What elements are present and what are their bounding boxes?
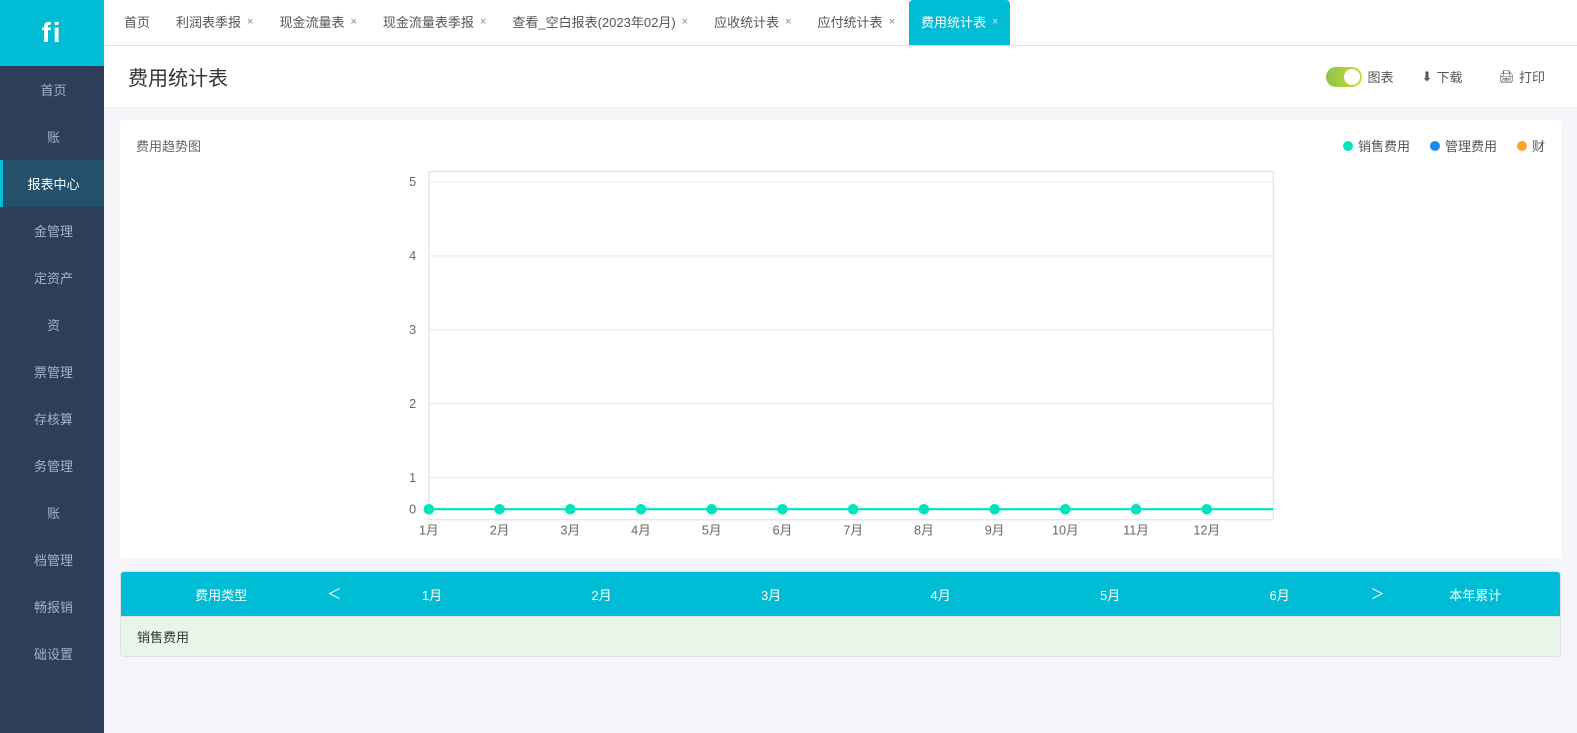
th-m4: 4月 [856,585,1026,604]
svg-text:3: 3 [409,323,416,337]
svg-text:2: 2 [409,397,416,411]
chart-title: 费用趋势图 [136,136,201,155]
legend-sales: 销售费用 [1343,136,1410,155]
sidebar-item-fixed-assets[interactable]: 定资产 [0,254,104,301]
tab-expense[interactable]: 费用统计表 × [909,0,1010,45]
svg-text:4月: 4月 [631,524,651,538]
sidebar-item-inventory[interactable]: 存核算 [0,395,104,442]
legend-sales-dot [1343,141,1353,151]
th-ytd: 本年累计 [1390,585,1560,604]
tab-receivable[interactable]: 应收统计表 × [702,0,803,45]
legend-finance-dot [1517,141,1527,151]
legend-sales-label: 销售费用 [1358,136,1410,155]
tab-cashflow-quarter[interactable]: 现金流量表季报 × [371,0,498,45]
svg-text:5: 5 [409,175,416,189]
tab-blank-report-close[interactable]: × [682,16,688,28]
svg-text:11月: 11月 [1123,524,1149,538]
next-arrow[interactable]: ＞ [1364,584,1390,604]
legend-finance: 财 [1517,136,1545,155]
tab-cashflow-close[interactable]: × [350,16,356,28]
tab-payable[interactable]: 应付统计表 × [806,0,907,45]
sidebar-item-business[interactable]: 务管理 [0,442,104,489]
tab-payable-close[interactable]: × [889,16,895,28]
chart-toggle-wrap: 图表 [1326,67,1394,87]
print-button[interactable]: 🖨 打印 [1490,63,1553,90]
sidebar-item-ledger[interactable]: 账 [0,489,104,536]
th-m6: 6月 [1195,585,1365,604]
sidebar-item-account[interactable]: 账 [0,113,104,160]
sidebar-item-archive[interactable]: 档管理 [0,536,104,583]
svg-text:10月: 10月 [1052,524,1079,538]
legend-management-dot [1430,141,1440,151]
th-m5: 5月 [1025,585,1195,604]
tab-blank-report[interactable]: 查看_空白报表(2023年02月) × [500,0,700,45]
main-panel: 首页 利润表季报 × 现金流量表 × 现金流量表季报 × 查看_空白报表(202… [104,0,1577,733]
sidebar-item-ticket[interactable]: 票管理 [0,348,104,395]
page-title: 费用统计表 [128,62,228,91]
svg-text:4: 4 [409,249,416,263]
svg-text:0: 0 [409,502,416,516]
svg-text:7月: 7月 [843,524,863,538]
svg-text:1月: 1月 [419,524,439,538]
svg-text:8月: 8月 [914,524,934,538]
th-m2: 2月 [517,585,687,604]
table-row: 销售费用 [121,616,1560,656]
tab-profit-close[interactable]: × [247,16,253,28]
tab-receivable-close[interactable]: × [785,16,791,28]
sidebar: fi 首页 账 报表中心 金管理 定资产 资 票管理 存核算 务管理 账 档管理… [0,0,104,733]
th-m1: 1月 [347,585,517,604]
legend-management: 管理费用 [1430,136,1497,155]
svg-text:5月: 5月 [702,524,722,538]
legend-management-label: 管理费用 [1445,136,1497,155]
sidebar-item-investment[interactable]: 资 [0,301,104,348]
sidebar-item-home[interactable]: 首页 [0,66,104,113]
svg-text:2月: 2月 [490,524,510,538]
tab-cashflow[interactable]: 现金流量表 × [267,0,368,45]
tab-cashflow-quarter-close[interactable]: × [480,16,486,28]
svg-text:1: 1 [409,471,416,485]
tab-home[interactable]: 首页 [112,0,162,45]
download-icon: ⬇ [1422,69,1433,85]
tab-profit[interactable]: 利润表季报 × [164,0,265,45]
th-m3: 3月 [686,585,856,604]
sidebar-item-sales[interactable]: 畅报销 [0,583,104,630]
sidebar-item-report-center[interactable]: 报表中心 [0,160,104,207]
line-chart: 5 4 3 2 1 0 [136,163,1545,543]
sidebar-logo: fi [0,0,104,66]
th-type: 费用类型 [121,585,321,604]
sidebar-item-fund[interactable]: 金管理 [0,207,104,254]
svg-text:6月: 6月 [773,524,793,538]
page-header: 费用统计表 图表 ⬇ 下载 🖨 打印 [104,46,1577,108]
svg-text:3月: 3月 [560,524,580,538]
svg-text:12月: 12月 [1193,524,1220,538]
tab-expense-close[interactable]: × [992,16,998,28]
tab-bar: 首页 利润表季报 × 现金流量表 × 现金流量表季报 × 查看_空白报表(202… [104,0,1577,46]
expense-table: 费用类型 ＜ 1月 2月 3月 4月 5月 6月 ＞ 本年累计 销售费用 [120,571,1561,657]
chart-container: 5 4 3 2 1 0 [136,163,1545,543]
chart-section: 费用趋势图 销售费用 管理费用 财 [120,120,1561,559]
prev-arrow[interactable]: ＜ [321,584,347,604]
sidebar-item-settings[interactable]: 础设置 [0,630,104,677]
td-type: 销售费用 [121,627,295,646]
svg-text:9月: 9月 [985,524,1005,538]
print-icon: 🖨 [1498,69,1515,85]
legend-finance-label: 财 [1532,136,1545,155]
download-button[interactable]: ⬇ 下载 [1414,63,1471,90]
chart-toggle[interactable] [1326,67,1362,87]
chart-toggle-label: 图表 [1368,67,1394,86]
header-actions: 图表 ⬇ 下载 🖨 打印 [1326,63,1553,90]
table-header: 费用类型 ＜ 1月 2月 3月 4月 5月 6月 ＞ 本年累计 [121,572,1560,616]
page-content: 费用统计表 图表 ⬇ 下载 🖨 打印 费用趋势图 [104,46,1577,733]
